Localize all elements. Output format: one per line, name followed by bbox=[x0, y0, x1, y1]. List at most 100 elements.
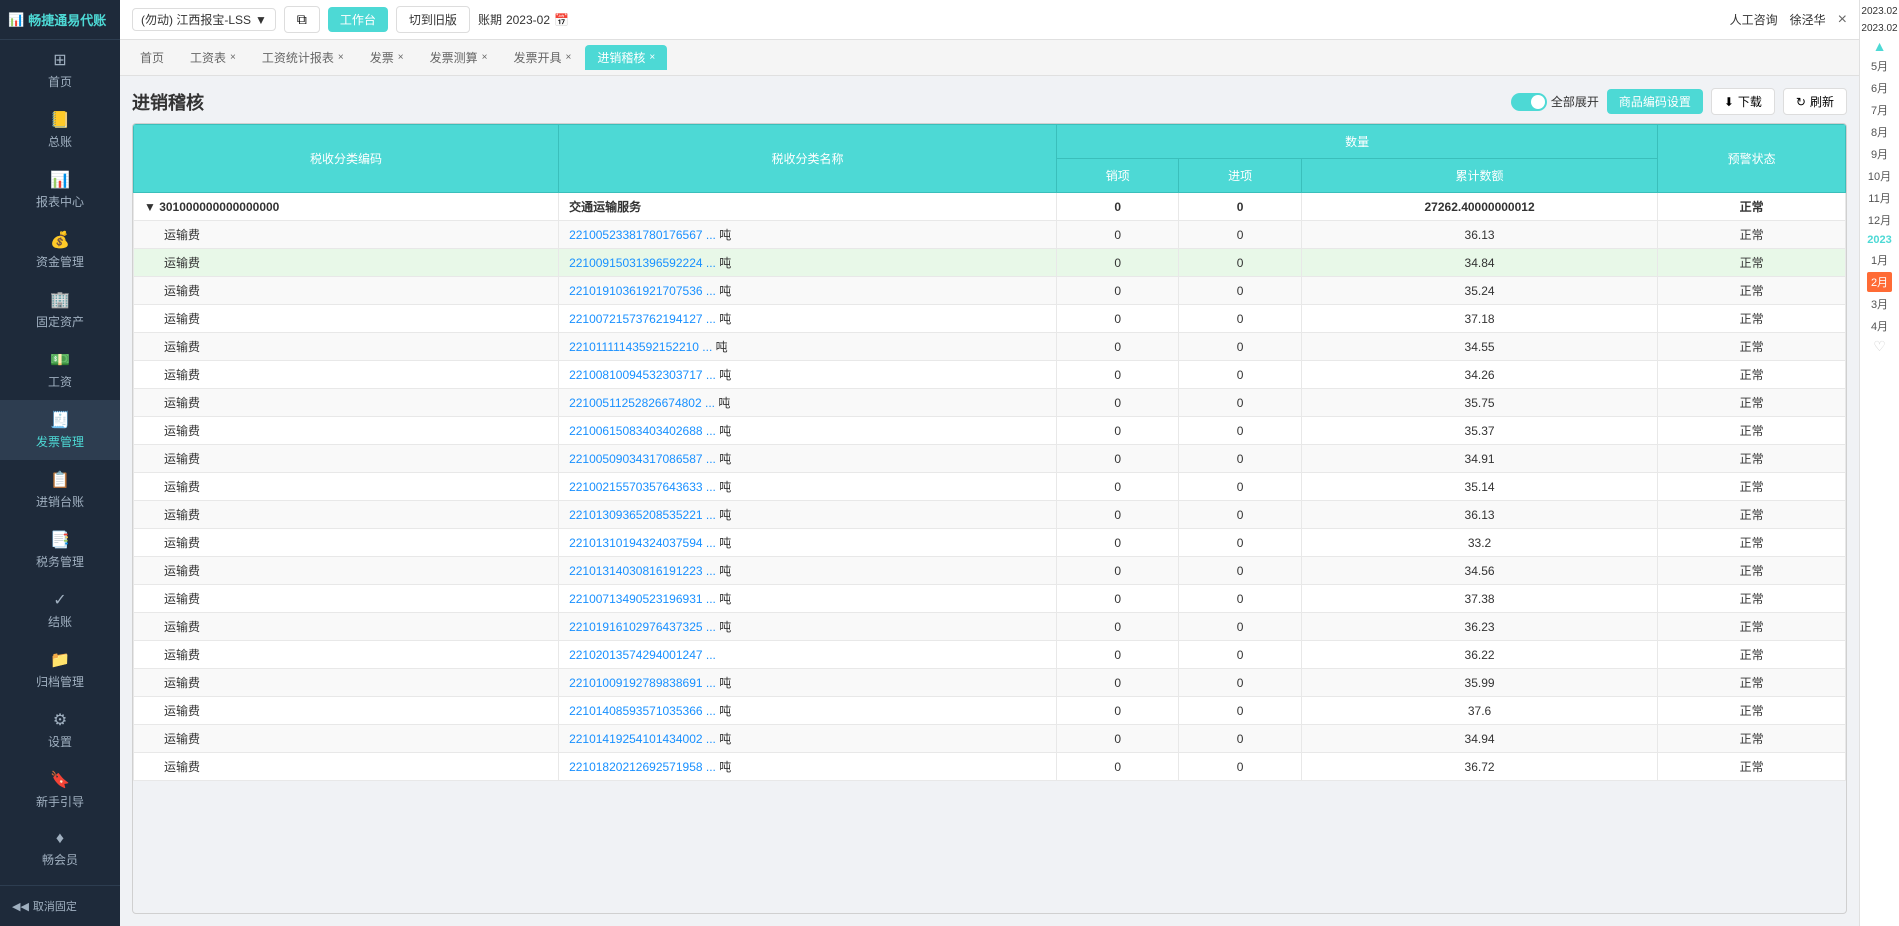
cell-status: 正常 bbox=[1658, 669, 1846, 697]
cell-code: 运输费 bbox=[134, 753, 559, 781]
sidebar-icon-home: ⊞ bbox=[53, 50, 66, 70]
sidebar-item-archive[interactable]: 📁归档管理 bbox=[0, 640, 120, 700]
right-panel-month-11月[interactable]: 11月 bbox=[1864, 188, 1894, 208]
right-panel-month-1月[interactable]: 1月 bbox=[1867, 250, 1892, 270]
cell-sales: 0 bbox=[1057, 529, 1179, 557]
cell-status: 正常 bbox=[1658, 557, 1846, 585]
cell-cumulative: 37.6 bbox=[1301, 697, 1658, 725]
col-purchase: 进项 bbox=[1179, 159, 1301, 193]
right-panel-month-3月[interactable]: 3月 bbox=[1867, 294, 1892, 314]
right-panel-month-8月[interactable]: 8月 bbox=[1867, 122, 1892, 142]
tab-invoice-calc[interactable]: 发票测算× bbox=[418, 45, 500, 70]
table-row: 运输费 22101910361921707536 ... 吨 0 0 35.24… bbox=[134, 277, 1846, 305]
cell-cumulative: 34.94 bbox=[1301, 725, 1658, 753]
table-row: 运输费 22101820212692571958 ... 吨 0 0 36.72… bbox=[134, 753, 1846, 781]
table-row: 运输费 22101408593571035366 ... 吨 0 0 37.6 … bbox=[134, 697, 1846, 725]
copy-button[interactable]: ⧉ bbox=[284, 6, 320, 33]
tab-label-salary: 工资表 bbox=[190, 49, 226, 66]
cell-sales: 0 bbox=[1057, 361, 1179, 389]
table-row: 运输费 22101111143592152210 ... 吨 0 0 34.55… bbox=[134, 333, 1846, 361]
sidebar-icon-settings: ⚙ bbox=[53, 710, 67, 730]
sidebar-icon-salary: 💵 bbox=[50, 350, 70, 370]
tab-close-invoice-calc[interactable]: × bbox=[482, 52, 488, 63]
right-panel-month-5月[interactable]: 5月 bbox=[1867, 56, 1892, 76]
switch-version-button[interactable]: 切到旧版 bbox=[396, 6, 470, 33]
sidebar-item-sales-ledger[interactable]: 📋进销台账 bbox=[0, 460, 120, 520]
expand-toggle[interactable]: 全部展开 bbox=[1511, 93, 1599, 111]
sidebar-item-invoice[interactable]: 🧾发票管理 bbox=[0, 400, 120, 460]
company-dropdown-icon: ▼ bbox=[255, 13, 267, 27]
download-button[interactable]: ⬇ 下载 bbox=[1711, 88, 1775, 115]
tab-close-invoice[interactable]: × bbox=[398, 52, 404, 63]
cell-invoice-id: 22101309365208535221 ... 吨 bbox=[559, 501, 1057, 529]
cell-status: 正常 bbox=[1658, 249, 1846, 277]
cell-invoice-id: 22100810094532303717 ... 吨 bbox=[559, 361, 1057, 389]
calendar-icon[interactable]: 📅 bbox=[554, 13, 569, 27]
cell-cumulative: 27262.40000000012 bbox=[1301, 193, 1658, 221]
tab-invoice-open[interactable]: 发票开具× bbox=[501, 45, 583, 70]
company-selector[interactable]: (勿动) 江西报宝-LSS ▼ bbox=[132, 8, 276, 31]
right-panel-month-10月[interactable]: 10月 bbox=[1864, 166, 1895, 186]
table-header-row: 税收分类编码 税收分类名称 数量 预警状态 bbox=[134, 125, 1846, 159]
right-panel-month-12月[interactable]: 12月 bbox=[1864, 210, 1895, 230]
logo-icon: 📊 bbox=[8, 12, 24, 28]
cell-sales: 0 bbox=[1057, 669, 1179, 697]
right-panel-month-7月[interactable]: 7月 bbox=[1867, 100, 1892, 120]
sidebar-item-capital[interactable]: 💰资金管理 bbox=[0, 220, 120, 280]
cell-purchase: 0 bbox=[1179, 221, 1301, 249]
right-panel-month-9月[interactable]: 9月 bbox=[1867, 144, 1892, 164]
sidebar-item-tax[interactable]: 📑税务管理 bbox=[0, 520, 120, 580]
sidebar-item-guide[interactable]: 🔖新手引导 bbox=[0, 760, 120, 820]
tab-salary[interactable]: 工资表 × bbox=[178, 45, 248, 70]
tab-sales-check[interactable]: 进销稽核× bbox=[585, 45, 667, 70]
right-panel-month-4月[interactable]: 4月 bbox=[1867, 316, 1892, 336]
sidebar-item-ledger[interactable]: 📒总账 bbox=[0, 100, 120, 160]
refresh-label: 刷新 bbox=[1810, 93, 1834, 110]
close-button[interactable]: × bbox=[1838, 11, 1847, 29]
sidebar-item-assets[interactable]: 🏢固定资产 bbox=[0, 280, 120, 340]
col-tax-code: 税收分类编码 bbox=[134, 125, 559, 193]
cell-code: 运输费 bbox=[134, 697, 559, 725]
cell-cumulative: 34.56 bbox=[1301, 557, 1658, 585]
app-name: 畅捷通易代账 bbox=[28, 10, 106, 29]
sidebar-item-salary[interactable]: 💵工资 bbox=[0, 340, 120, 400]
cell-purchase: 0 bbox=[1179, 305, 1301, 333]
settings-button[interactable]: 商品编码设置 bbox=[1607, 89, 1703, 114]
workbench-button[interactable]: 工作台 bbox=[328, 7, 388, 32]
cell-sales: 0 bbox=[1057, 221, 1179, 249]
tab-invoice[interactable]: 发票× bbox=[358, 45, 416, 70]
sidebar-bottom[interactable]: ◀◀ 取消固定 bbox=[0, 885, 120, 926]
sidebar-icon-report: 📊 bbox=[50, 170, 70, 190]
cell-code: 运输费 bbox=[134, 333, 559, 361]
sidebar-item-settings[interactable]: ⚙设置 bbox=[0, 700, 120, 760]
refresh-button[interactable]: ↻ 刷新 bbox=[1783, 88, 1847, 115]
right-panel-month-6月[interactable]: 6月 bbox=[1867, 78, 1892, 98]
cell-status: 正常 bbox=[1658, 697, 1846, 725]
sidebar-item-settle[interactable]: ✓结账 bbox=[0, 580, 120, 640]
cell-invoice-id: 22100721573762194127 ... 吨 bbox=[559, 305, 1057, 333]
sidebar-icon-guide: 🔖 bbox=[50, 770, 70, 790]
cell-cumulative: 35.75 bbox=[1301, 389, 1658, 417]
tab-close-sales-check[interactable]: × bbox=[649, 52, 655, 63]
tab-label-salary-stat: 工资统计报表 bbox=[262, 49, 334, 66]
tab-close-invoice-open[interactable]: × bbox=[565, 52, 571, 63]
cell-code: 运输费 bbox=[134, 473, 559, 501]
toggle-switch[interactable] bbox=[1511, 93, 1547, 111]
right-panel-month-2月[interactable]: 2月 bbox=[1867, 272, 1892, 292]
scroll-up-icon[interactable]: ▲ bbox=[1873, 38, 1887, 54]
tab-salary-stat[interactable]: 工资统计报表 × bbox=[250, 45, 356, 70]
refresh-icon: ↻ bbox=[1796, 95, 1806, 109]
sidebar-item-home[interactable]: ⊞首页 bbox=[0, 40, 120, 100]
tab-close-salary-stat[interactable]: × bbox=[338, 52, 344, 63]
table-row: 运输费 22100511252826674802 ... 吨 0 0 35.75… bbox=[134, 389, 1846, 417]
table-row: 运输费 22101309365208535221 ... 吨 0 0 36.13… bbox=[134, 501, 1846, 529]
unpin-button[interactable]: ◀◀ 取消固定 bbox=[8, 894, 112, 918]
page-header: 进销稽核 全部展开 商品编码设置 ⬇ 下载 ↻ 刷新 bbox=[132, 88, 1847, 115]
support-button[interactable]: 人工咨询 bbox=[1730, 11, 1778, 28]
sidebar-item-vip[interactable]: ♦畅会员 bbox=[0, 820, 120, 878]
cell-status: 正常 bbox=[1658, 753, 1846, 781]
tab-close-salary[interactable]: × bbox=[230, 52, 236, 63]
user-menu[interactable]: 徐泾华 bbox=[1790, 11, 1826, 28]
tab-home[interactable]: 首页 bbox=[128, 45, 176, 70]
sidebar-item-report[interactable]: 📊报表中心 bbox=[0, 160, 120, 220]
